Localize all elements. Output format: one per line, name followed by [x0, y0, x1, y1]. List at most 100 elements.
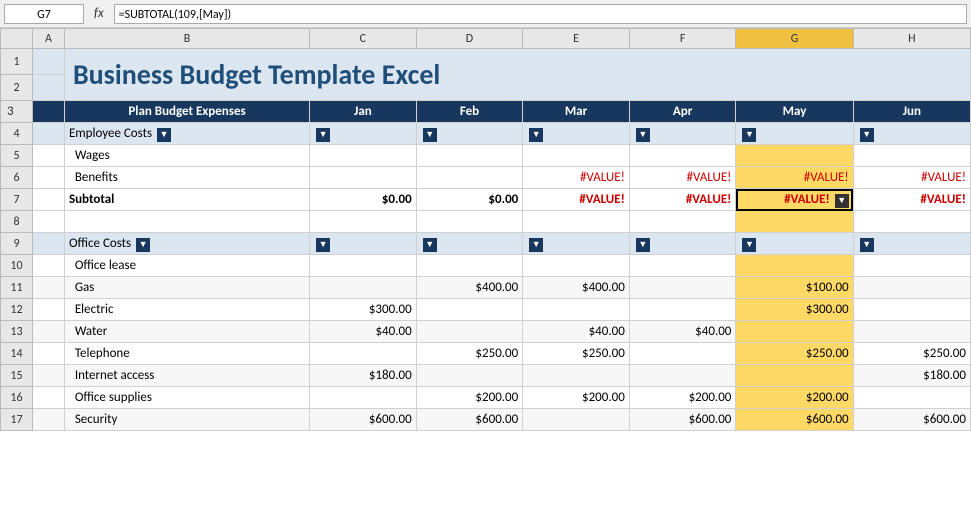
- col-header-f[interactable]: F: [629, 29, 736, 49]
- dropdown-icon-office[interactable]: ▼: [136, 238, 150, 252]
- cell-g11[interactable]: $100.00: [736, 277, 853, 299]
- col-header-c[interactable]: C: [310, 29, 417, 49]
- cell-e7[interactable]: #VALUE!: [523, 189, 630, 211]
- cell-d6[interactable]: [416, 167, 523, 189]
- cell-e6[interactable]: #VALUE!: [523, 167, 630, 189]
- cell-a8[interactable]: [32, 211, 64, 233]
- col-header-b[interactable]: B: [64, 29, 309, 49]
- cell-reference-box[interactable]: G7: [4, 4, 84, 24]
- col-header-e[interactable]: E: [523, 29, 630, 49]
- cell-d9[interactable]: ▼: [416, 233, 523, 255]
- cell-c7[interactable]: $0.00: [310, 189, 417, 211]
- dropdown-icon-g4[interactable]: ▼: [742, 128, 756, 142]
- cell-a1[interactable]: [32, 49, 64, 75]
- formula-bar[interactable]: =SUBTOTAL(109,[May]): [114, 4, 967, 24]
- cell-h9[interactable]: ▼: [853, 233, 970, 255]
- cell-e17[interactable]: [523, 409, 630, 431]
- telephone-label[interactable]: Telephone: [64, 343, 309, 365]
- electric-label[interactable]: Electric: [64, 299, 309, 321]
- cell-d8[interactable]: [416, 211, 523, 233]
- cell-a13[interactable]: [32, 321, 64, 343]
- office-lease-label[interactable]: Office lease: [64, 255, 309, 277]
- cell-a3[interactable]: [32, 101, 64, 123]
- cell-h17[interactable]: $600.00: [853, 409, 970, 431]
- cell-f10[interactable]: [629, 255, 736, 277]
- cell-c12[interactable]: $300.00: [310, 299, 417, 321]
- cell-e10[interactable]: [523, 255, 630, 277]
- cell-c17[interactable]: $600.00: [310, 409, 417, 431]
- cell-g16[interactable]: $200.00: [736, 387, 853, 409]
- cell-h8[interactable]: [853, 211, 970, 233]
- cell-d12[interactable]: [416, 299, 523, 321]
- cell-a10[interactable]: [32, 255, 64, 277]
- cell-g13[interactable]: [736, 321, 853, 343]
- cell-h5[interactable]: [853, 145, 970, 167]
- security-label[interactable]: Security: [64, 409, 309, 431]
- cell-c16[interactable]: [310, 387, 417, 409]
- dropdown-icon-f9[interactable]: ▼: [636, 238, 650, 252]
- col-header-a[interactable]: A: [32, 29, 64, 49]
- cell-e16[interactable]: $200.00: [523, 387, 630, 409]
- cell-a6[interactable]: [32, 167, 64, 189]
- cell-e5[interactable]: [523, 145, 630, 167]
- cell-d4[interactable]: ▼: [416, 123, 523, 145]
- cell-g15[interactable]: [736, 365, 853, 387]
- cell-h7[interactable]: #VALUE!: [853, 189, 970, 211]
- cell-h4[interactable]: ▼: [853, 123, 970, 145]
- cell-c5[interactable]: [310, 145, 417, 167]
- cell-g14[interactable]: $250.00: [736, 343, 853, 365]
- cell-g9[interactable]: ▼: [736, 233, 853, 255]
- cell-f14[interactable]: [629, 343, 736, 365]
- cell-c14[interactable]: [310, 343, 417, 365]
- cell-c8[interactable]: [310, 211, 417, 233]
- cell-c4[interactable]: ▼: [310, 123, 417, 145]
- cell-c6[interactable]: [310, 167, 417, 189]
- cell-a15[interactable]: [32, 365, 64, 387]
- cell-f16[interactable]: $200.00: [629, 387, 736, 409]
- dropdown-icon-employee[interactable]: ▼: [157, 128, 171, 142]
- cell-d5[interactable]: [416, 145, 523, 167]
- cell-a11[interactable]: [32, 277, 64, 299]
- dropdown-icon-h4[interactable]: ▼: [860, 128, 874, 142]
- cell-a17[interactable]: [32, 409, 64, 431]
- cell-h6[interactable]: #VALUE!: [853, 167, 970, 189]
- cell-h16[interactable]: [853, 387, 970, 409]
- cell-d14[interactable]: $250.00: [416, 343, 523, 365]
- col-header-g[interactable]: G: [736, 29, 853, 49]
- cell-f9[interactable]: ▼: [629, 233, 736, 255]
- cell-f5[interactable]: [629, 145, 736, 167]
- cell-a16[interactable]: [32, 387, 64, 409]
- office-costs-label[interactable]: Office Costs ▼: [64, 233, 309, 255]
- cell-d7[interactable]: $0.00: [416, 189, 523, 211]
- cell-e9[interactable]: ▼: [523, 233, 630, 255]
- dropdown-icon-c4[interactable]: ▼: [316, 128, 330, 142]
- dropdown-icon-e9[interactable]: ▼: [529, 238, 543, 252]
- cell-e13[interactable]: $40.00: [523, 321, 630, 343]
- cell-f12[interactable]: [629, 299, 736, 321]
- cell-a5[interactable]: [32, 145, 64, 167]
- dropdown-icon-g9[interactable]: ▼: [742, 238, 756, 252]
- cell-h10[interactable]: [853, 255, 970, 277]
- dropdown-icon-f4[interactable]: ▼: [636, 128, 650, 142]
- cell-g4[interactable]: ▼: [736, 123, 853, 145]
- employee-costs-label[interactable]: Employee Costs ▼: [64, 123, 309, 145]
- cell-f8[interactable]: [629, 211, 736, 233]
- cell-a4[interactable]: [32, 123, 64, 145]
- cell-b8[interactable]: [64, 211, 309, 233]
- cell-g7[interactable]: #VALUE! ▼: [736, 189, 853, 211]
- cell-e14[interactable]: $250.00: [523, 343, 630, 365]
- cell-h15[interactable]: $180.00: [853, 365, 970, 387]
- dropdown-icon-e4[interactable]: ▼: [529, 128, 543, 142]
- cell-f6[interactable]: #VALUE!: [629, 167, 736, 189]
- cell-f15[interactable]: [629, 365, 736, 387]
- internet-label[interactable]: Internet access: [64, 365, 309, 387]
- cell-d17[interactable]: $600.00: [416, 409, 523, 431]
- cell-h14[interactable]: $250.00: [853, 343, 970, 365]
- cell-c10[interactable]: [310, 255, 417, 277]
- cell-g10[interactable]: [736, 255, 853, 277]
- office-supplies-label[interactable]: Office supplies: [64, 387, 309, 409]
- dropdown-icon-d9[interactable]: ▼: [423, 238, 437, 252]
- dropdown-icon-d4[interactable]: ▼: [423, 128, 437, 142]
- cell-a9[interactable]: [32, 233, 64, 255]
- cell-d15[interactable]: [416, 365, 523, 387]
